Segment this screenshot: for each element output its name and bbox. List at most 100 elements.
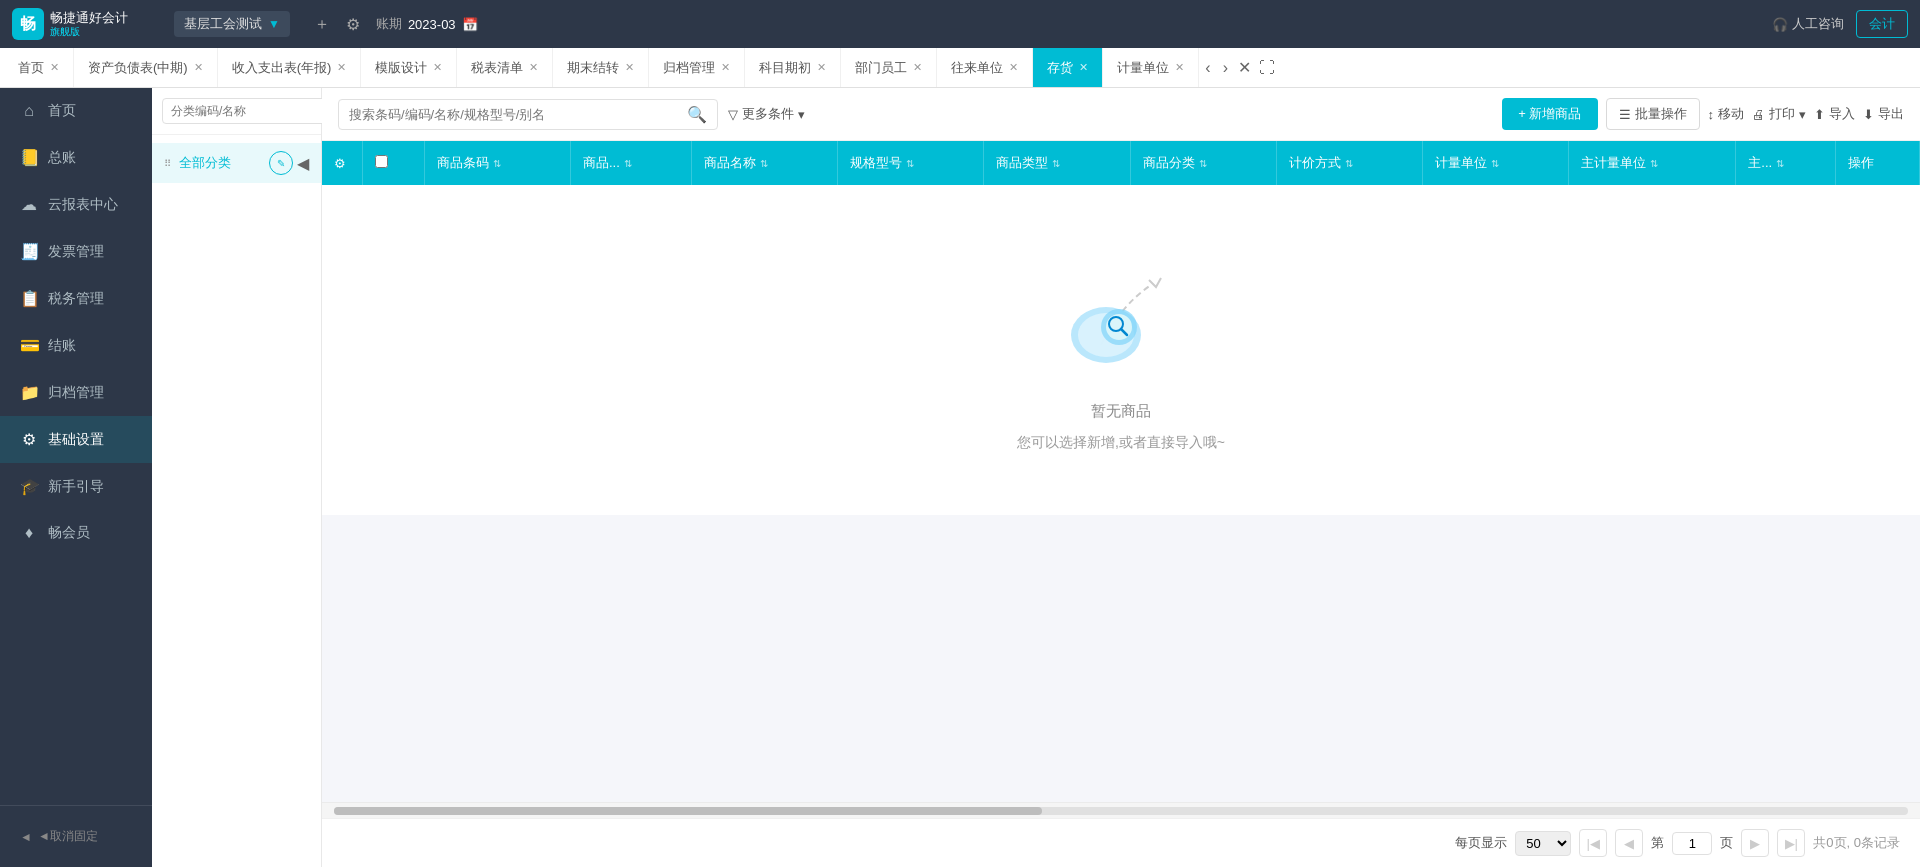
category-collapse-button[interactable]: ◀ (297, 154, 309, 173)
tab-close-income[interactable]: ✕ (337, 61, 346, 74)
sidebar-item-guide[interactable]: 🎓 新手引导 (0, 463, 152, 510)
empty-title: 暂无商品 您可以选择新增,或者直接导入哦~ (1017, 397, 1225, 455)
tab-prev-button[interactable]: ‹ (1199, 59, 1216, 77)
unpin-icon: ◄ (20, 830, 32, 844)
category-search-input[interactable] (162, 98, 330, 124)
ledger-icon: 📒 (20, 148, 38, 167)
search-input[interactable] (349, 107, 687, 122)
category-edit-button[interactable]: ✎ (269, 151, 293, 175)
tab-close-tax[interactable]: ✕ (529, 61, 538, 74)
tab-close-balance[interactable]: ✕ (194, 61, 203, 74)
tab-period-transfer[interactable]: 期末结转 ✕ (553, 48, 649, 87)
next-page-button[interactable]: ▶ (1741, 829, 1769, 857)
col-settings[interactable]: ⚙ (322, 141, 362, 185)
tab-vendor[interactable]: 往来单位 ✕ (937, 48, 1033, 87)
data-table: ⚙ 商品条码⇅ 商品...⇅ 商品名称⇅ 规格型号⇅ 商品类型⇅ 商品分类⇅ 计… (322, 141, 1920, 185)
period-info: 账期 2023-03 📅 (376, 15, 478, 33)
company-selector[interactable]: 基层工会测试 ▼ (174, 11, 290, 37)
col-barcode[interactable]: 商品条码⇅ (424, 141, 570, 185)
tab-close-archive[interactable]: ✕ (721, 61, 730, 74)
print-button[interactable]: 🖨 打印 ▾ (1752, 105, 1806, 123)
tab-close-unit[interactable]: ✕ (1175, 61, 1184, 74)
category-all-item[interactable]: ⠿ 全部分类 ✎ ◀ (152, 143, 321, 183)
import-button[interactable]: ⬆ 导入 (1814, 105, 1855, 123)
account-button[interactable]: 会计 (1856, 10, 1908, 38)
last-page-button[interactable]: ▶| (1777, 829, 1805, 857)
batch-button[interactable]: ☰ 批量操作 (1606, 98, 1700, 130)
tab-next-button[interactable]: › (1217, 59, 1234, 77)
per-page-select[interactable]: 20 50 100 (1515, 831, 1571, 856)
logo-icon: 畅 (12, 8, 44, 40)
tab-inventory[interactable]: 存货 ✕ (1033, 48, 1103, 87)
pagination-info: 共0页, 0条记录 (1813, 834, 1900, 852)
tab-balance[interactable]: 资产负债表(中期) ✕ (74, 48, 218, 87)
add-product-button[interactable]: + 新增商品 (1502, 98, 1597, 130)
tab-expand-button[interactable]: ⛶ (1255, 59, 1279, 77)
tab-close-subject[interactable]: ✕ (817, 61, 826, 74)
col-type[interactable]: 商品类型⇅ (984, 141, 1130, 185)
tab-close-dept[interactable]: ✕ (913, 61, 922, 74)
tab-subject-init[interactable]: 科目期初 ✕ (745, 48, 841, 87)
prev-page-button[interactable]: ◀ (1615, 829, 1643, 857)
tab-home[interactable]: 首页 ✕ (4, 48, 74, 87)
calendar-icon[interactable]: 📅 (462, 17, 478, 32)
support-button[interactable]: 🎧 人工咨询 (1772, 15, 1844, 33)
sidebar-item-settings[interactable]: ⚙ 基础设置 (0, 416, 152, 463)
tab-close-home[interactable]: ✕ (50, 61, 59, 74)
first-page-button[interactable]: |◀ (1579, 829, 1607, 857)
col-spec[interactable]: 规格型号⇅ (838, 141, 984, 185)
page-suffix: 页 (1720, 834, 1733, 852)
export-button[interactable]: ⬇ 导出 (1863, 105, 1904, 123)
sidebar-item-member[interactable]: ♦ 畅会员 (0, 510, 152, 556)
col-main-unit[interactable]: 主计量单位⇅ (1568, 141, 1735, 185)
tab-close-inventory[interactable]: ✕ (1079, 61, 1088, 74)
tab-income[interactable]: 收入支出表(年报) ✕ (218, 48, 362, 87)
tab-unit[interactable]: 计量单位 ✕ (1103, 48, 1199, 87)
batch-icon: ☰ (1619, 107, 1631, 122)
col-price-method[interactable]: 计价方式⇅ (1276, 141, 1422, 185)
scrollbar-thumb[interactable] (334, 807, 1042, 815)
search-icon[interactable]: 🔍 (687, 105, 707, 124)
page-input[interactable] (1672, 832, 1712, 855)
sidebar-item-ledger[interactable]: 📒 总账 (0, 134, 152, 181)
move-button[interactable]: ↕ 移动 (1708, 105, 1745, 123)
tab-archive[interactable]: 归档管理 ✕ (649, 48, 745, 87)
tab-close-template[interactable]: ✕ (433, 61, 442, 74)
header-actions: ＋ ⚙ (310, 10, 364, 39)
sidebar-item-tax[interactable]: 📋 税务管理 (0, 275, 152, 322)
category-panel: 🔍 ⠿ 全部分类 ✎ ◀ (152, 88, 322, 867)
tax-icon: 📋 (20, 289, 38, 308)
guide-icon: 🎓 (20, 477, 38, 496)
col-category[interactable]: 商品分类⇅ (1130, 141, 1276, 185)
sidebar-item-home[interactable]: ⌂ 首页 (0, 88, 152, 134)
tab-department[interactable]: 部门员工 ✕ (841, 48, 937, 87)
tab-template[interactable]: 模版设计 ✕ (361, 48, 457, 87)
tab-tax[interactable]: 税表清单 ✕ (457, 48, 553, 87)
col-unit[interactable]: 计量单位⇅ (1422, 141, 1568, 185)
col-checkbox[interactable] (362, 141, 424, 185)
col-name[interactable]: 商品名称⇅ (692, 141, 838, 185)
logo-area: 畅 畅捷通好会计 旗舰版 (12, 8, 162, 40)
export-icon: ⬇ (1863, 107, 1874, 122)
sidebar-nav: ⌂ 首页 📒 总账 ☁ 云报表中心 🧾 发票管理 📋 税务管理 💳 结账 (0, 88, 152, 805)
sidebar-item-archive[interactable]: 📁 归档管理 (0, 369, 152, 416)
select-all-checkbox[interactable] (375, 155, 388, 168)
unpin-button[interactable]: ◄ ◄取消固定 (0, 818, 152, 855)
sidebar-bottom: ◄ ◄取消固定 (0, 805, 152, 867)
tab-close-vendor[interactable]: ✕ (1009, 61, 1018, 74)
col-extra[interactable]: 主...⇅ (1736, 141, 1836, 185)
print-chevron-icon: ▾ (1799, 107, 1806, 122)
col-code[interactable]: 商品...⇅ (570, 141, 691, 185)
horizontal-scrollbar[interactable] (322, 802, 1920, 818)
sidebar-item-invoice[interactable]: 🧾 发票管理 (0, 228, 152, 275)
sidebar-item-checkout[interactable]: 💳 结账 (0, 322, 152, 369)
add-tab-button[interactable]: ＋ (310, 10, 334, 39)
tab-close-all-button[interactable]: ✕ (1234, 58, 1255, 77)
top-header: 畅 畅捷通好会计 旗舰版 基层工会测试 ▼ ＋ ⚙ 账期 2023-03 📅 🎧… (0, 0, 1920, 48)
tab-close-period[interactable]: ✕ (625, 61, 634, 74)
scrollbar-track[interactable] (334, 807, 1908, 815)
sidebar-item-reports[interactable]: ☁ 云报表中心 (0, 181, 152, 228)
filter-button[interactable]: ▽ 更多条件 ▾ (728, 105, 805, 123)
content-area: 🔍 ⠿ 全部分类 ✎ ◀ (152, 88, 1920, 867)
settings-button[interactable]: ⚙ (342, 11, 364, 38)
